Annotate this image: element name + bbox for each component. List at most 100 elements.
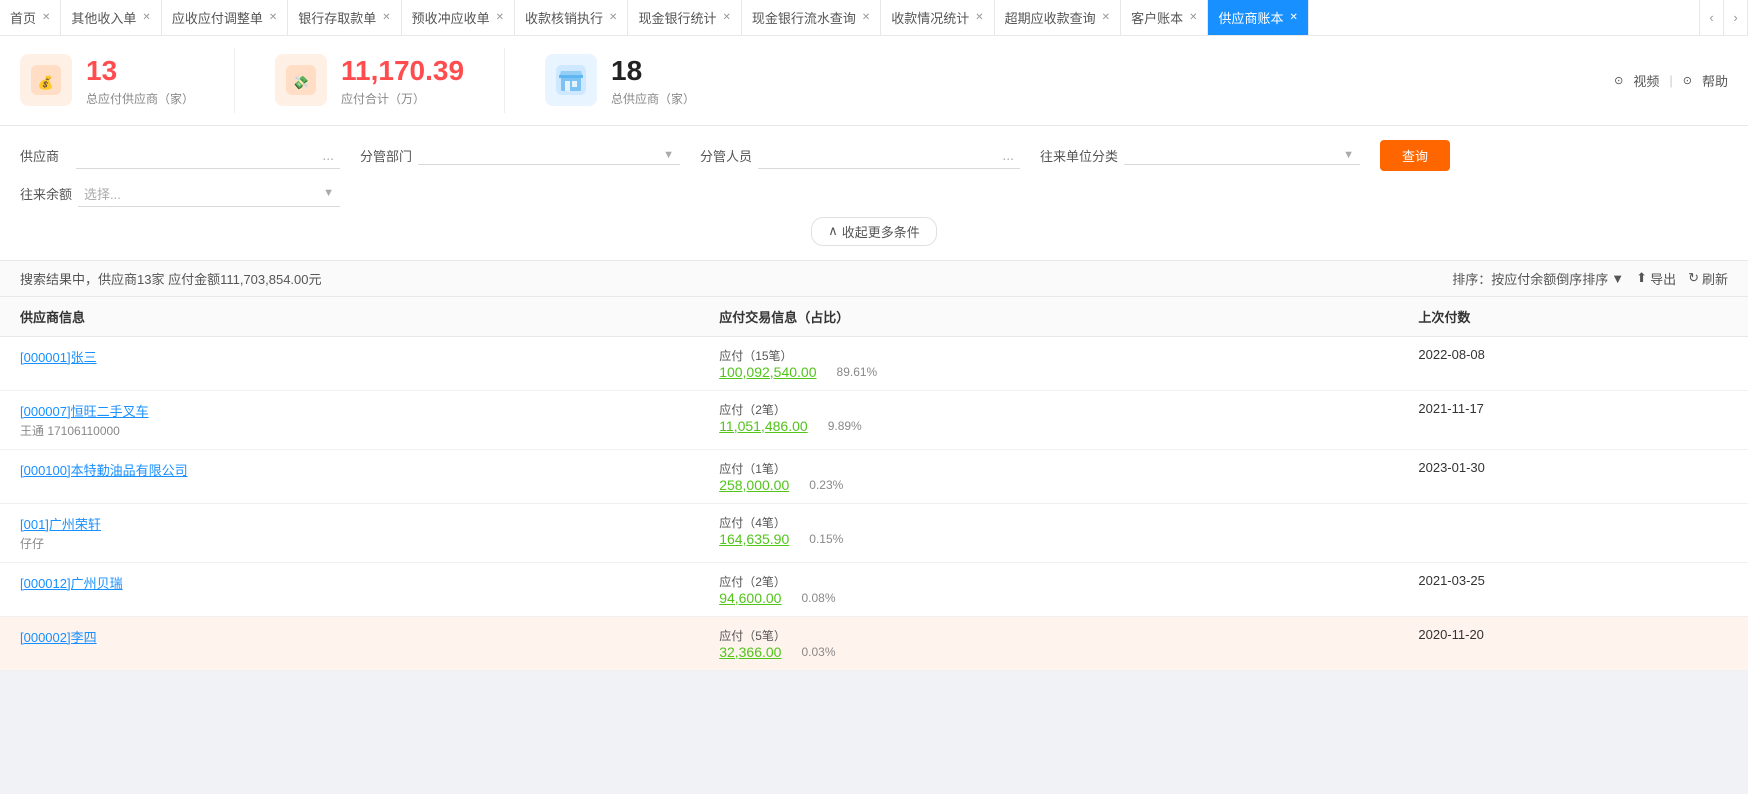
payable-amount-row: 100,092,540.0089.61% — [719, 364, 1378, 380]
payable-cell: 应付（1笔）258,000.00 0.23% — [699, 449, 1398, 503]
nav-tab-home[interactable]: 首页 ✕ — [0, 0, 61, 35]
balance-select-value: 选择... — [84, 184, 121, 203]
refresh-label: 刷新 — [1702, 269, 1728, 288]
nav-tab-5[interactable]: 收款核销执行 ✕ — [515, 0, 628, 35]
payable-amount[interactable]: 100,092,540.00 — [719, 364, 816, 380]
supplier-link[interactable]: [001]广州荣轩 — [20, 517, 101, 532]
nav-tab-4[interactable]: 预收冲应收单 ✕ — [402, 0, 515, 35]
payable-label: 应付（4笔） — [719, 514, 1378, 531]
payable-amount[interactable]: 11,051,486.00 — [719, 418, 808, 434]
nav-tab-10-close[interactable]: ✕ — [1189, 12, 1197, 23]
nav-tab-1[interactable]: 其他收入单 ✕ — [61, 0, 161, 35]
balance-select[interactable]: 选择... ▼ — [78, 181, 340, 207]
payable-cell: 应付（2笔）94,600.000.08% — [699, 562, 1398, 616]
nav-tab-7[interactable]: 现金银行流水查询 ✕ — [742, 0, 881, 35]
nav-tab-6-close[interactable]: ✕ — [722, 12, 730, 23]
nav-tab-7-label: 现金银行流水查询 — [752, 8, 856, 27]
payable-amount[interactable]: 32,366.00 — [719, 644, 781, 660]
nav-tab-7-close[interactable]: ✕ — [862, 12, 870, 23]
export-button[interactable]: ⬆ 导出 — [1636, 269, 1676, 288]
divider: | — [1669, 73, 1672, 88]
category-select[interactable]: ▼ — [1124, 146, 1360, 165]
help-icon: ⊙ — [1683, 74, 1692, 87]
query-button[interactable]: 查询 — [1380, 140, 1450, 171]
person-input[interactable] — [764, 144, 1002, 165]
nav-tab-8[interactable]: 收款情况统计 ✕ — [881, 0, 994, 35]
payable-icon: 💰 — [20, 54, 72, 106]
supplier-input[interactable] — [82, 144, 322, 165]
video-link[interactable]: 视频 — [1633, 71, 1659, 90]
nav-tab-11-label: 供应商账本 — [1218, 8, 1283, 27]
refresh-icon: ↻ — [1688, 270, 1699, 286]
payable-label: 应付（15笔） — [719, 347, 1378, 364]
payable-amount[interactable]: 94,600.00 — [719, 590, 781, 606]
dept-select[interactable]: ▼ — [418, 146, 680, 165]
last-pay-cell: 2021-03-25 — [1398, 562, 1748, 616]
nav-tab-1-label: 其他收入单 — [71, 8, 136, 27]
result-summary: 搜索结果中，供应商13家 应付金额111,703,854.00元 — [20, 269, 322, 288]
summary-card-supplier: 18 总供应商（家） — [545, 48, 735, 113]
category-chevron-icon: ▼ — [1343, 149, 1354, 161]
nav-tab-9-close[interactable]: ✕ — [1102, 12, 1110, 23]
nav-tab-home-label: 首页 — [10, 8, 36, 27]
nav-tab-10[interactable]: 客户账本 ✕ — [1121, 0, 1208, 35]
nav-tab-5-close[interactable]: ✕ — [609, 12, 617, 23]
nav-tab-2-close[interactable]: ✕ — [269, 12, 277, 23]
nav-tab-3[interactable]: 银行存取款单 ✕ — [288, 0, 401, 35]
nav-tab-home-close[interactable]: ✕ — [42, 12, 50, 23]
supplier-link[interactable]: [000002]李四 — [20, 630, 97, 645]
payable-amount[interactable]: 164,635.90 — [719, 531, 789, 547]
sort-label: 排序：按应付余额倒序排序 ▼ — [1452, 269, 1624, 288]
refresh-button[interactable]: ↻ 刷新 — [1688, 269, 1728, 288]
nav-tab-2[interactable]: 应收应付调整单 ✕ — [162, 0, 288, 35]
nav-tab-3-close[interactable]: ✕ — [382, 12, 390, 23]
supplier-icon — [545, 54, 597, 106]
result-actions: 排序：按应付余额倒序排序 ▼ ⬆ 导出 ↻ 刷新 — [1452, 269, 1728, 288]
last-pay-cell: 2022-08-08 — [1398, 336, 1748, 390]
payable-amount-row: 32,366.00 0.03% — [719, 644, 1378, 660]
data-table: 供应商信息 应付交易信息（占比） 上次付数 [000001]张三应付（15笔）1… — [0, 297, 1748, 671]
person-input-wrapper: ... — [758, 141, 1020, 169]
nav-tab-8-close[interactable]: ✕ — [975, 12, 983, 23]
nav-tab-5-label: 收款核销执行 — [525, 8, 603, 27]
nav-tab-6-label: 现金银行统计 — [638, 8, 716, 27]
payable-pct: 0.15% — [809, 532, 843, 546]
supplier-link[interactable]: [000012]广州贝瑞 — [20, 576, 123, 591]
payable-label: 应付（2笔） — [719, 573, 1378, 590]
nav-tab-1-close[interactable]: ✕ — [142, 12, 150, 23]
balance-chevron-icon: ▼ — [323, 187, 334, 199]
payable-amount[interactable]: 258,000.00 — [719, 477, 789, 493]
table-row: [000001]张三应付（15笔）100,092,540.0089.61%202… — [0, 336, 1748, 390]
filter-area: 供应商 ... 分管部门 ▼ 分管人员 ... 往来单位分类 — [0, 126, 1748, 261]
help-link[interactable]: 帮助 — [1702, 71, 1728, 90]
nav-tab-9-label: 超期应收款查询 — [1005, 8, 1096, 27]
nav-tab-9[interactable]: 超期应收款查询 ✕ — [995, 0, 1121, 35]
supplier-dots-icon: ... — [322, 147, 334, 163]
top-right-links: ⊙ 视频 | ⊙ 帮助 — [1614, 71, 1728, 90]
summary-card-amount: 💸 11,170.39 应付合计（万） — [275, 48, 505, 113]
collapse-button[interactable]: ∧ 收起更多条件 — [811, 217, 937, 246]
nav-arrow-left[interactable]: ‹ — [1700, 0, 1724, 35]
payable-label: 应付（1笔） — [719, 460, 1378, 477]
nav-tab-8-label: 收款情况统计 — [891, 8, 969, 27]
nav-tab-11[interactable]: 供应商账本 ✕ — [1208, 0, 1308, 35]
payable-cell: 应付（2笔）11,051,486.009.89% — [699, 390, 1398, 449]
filter-row-1: 供应商 ... 分管部门 ▼ 分管人员 ... 往来单位分类 — [20, 140, 1728, 171]
payable-cell: 应付（15笔）100,092,540.0089.61% — [699, 336, 1398, 390]
supplier-link[interactable]: [000100]本特勤油品有限公司 — [20, 463, 188, 478]
supplier-link[interactable]: [000001]张三 — [20, 350, 97, 365]
category-filter-label: 往来单位分类 — [1040, 146, 1118, 165]
payable-pct: 0.03% — [801, 645, 835, 659]
supplier-cell: [000100]本特勤油品有限公司 — [0, 449, 699, 503]
filter-item-category: 往来单位分类 ▼ — [1040, 146, 1360, 165]
nav-tab-10-label: 客户账本 — [1131, 8, 1183, 27]
person-filter-label: 分管人员 — [700, 146, 752, 165]
payable-cell: 应付（4笔）164,635.90 0.15% — [699, 503, 1398, 562]
nav-tab-6[interactable]: 现金银行统计 ✕ — [628, 0, 741, 35]
nav-tab-4-close[interactable]: ✕ — [496, 12, 504, 23]
filter-item-supplier: 供应商 ... — [20, 141, 340, 169]
nav-tab-11-close[interactable]: ✕ — [1289, 12, 1297, 23]
nav-arrow-right[interactable]: › — [1724, 0, 1748, 35]
payable-pct: 0.23% — [809, 478, 843, 492]
supplier-link[interactable]: [000007]恒旺二手叉车 — [20, 404, 149, 419]
